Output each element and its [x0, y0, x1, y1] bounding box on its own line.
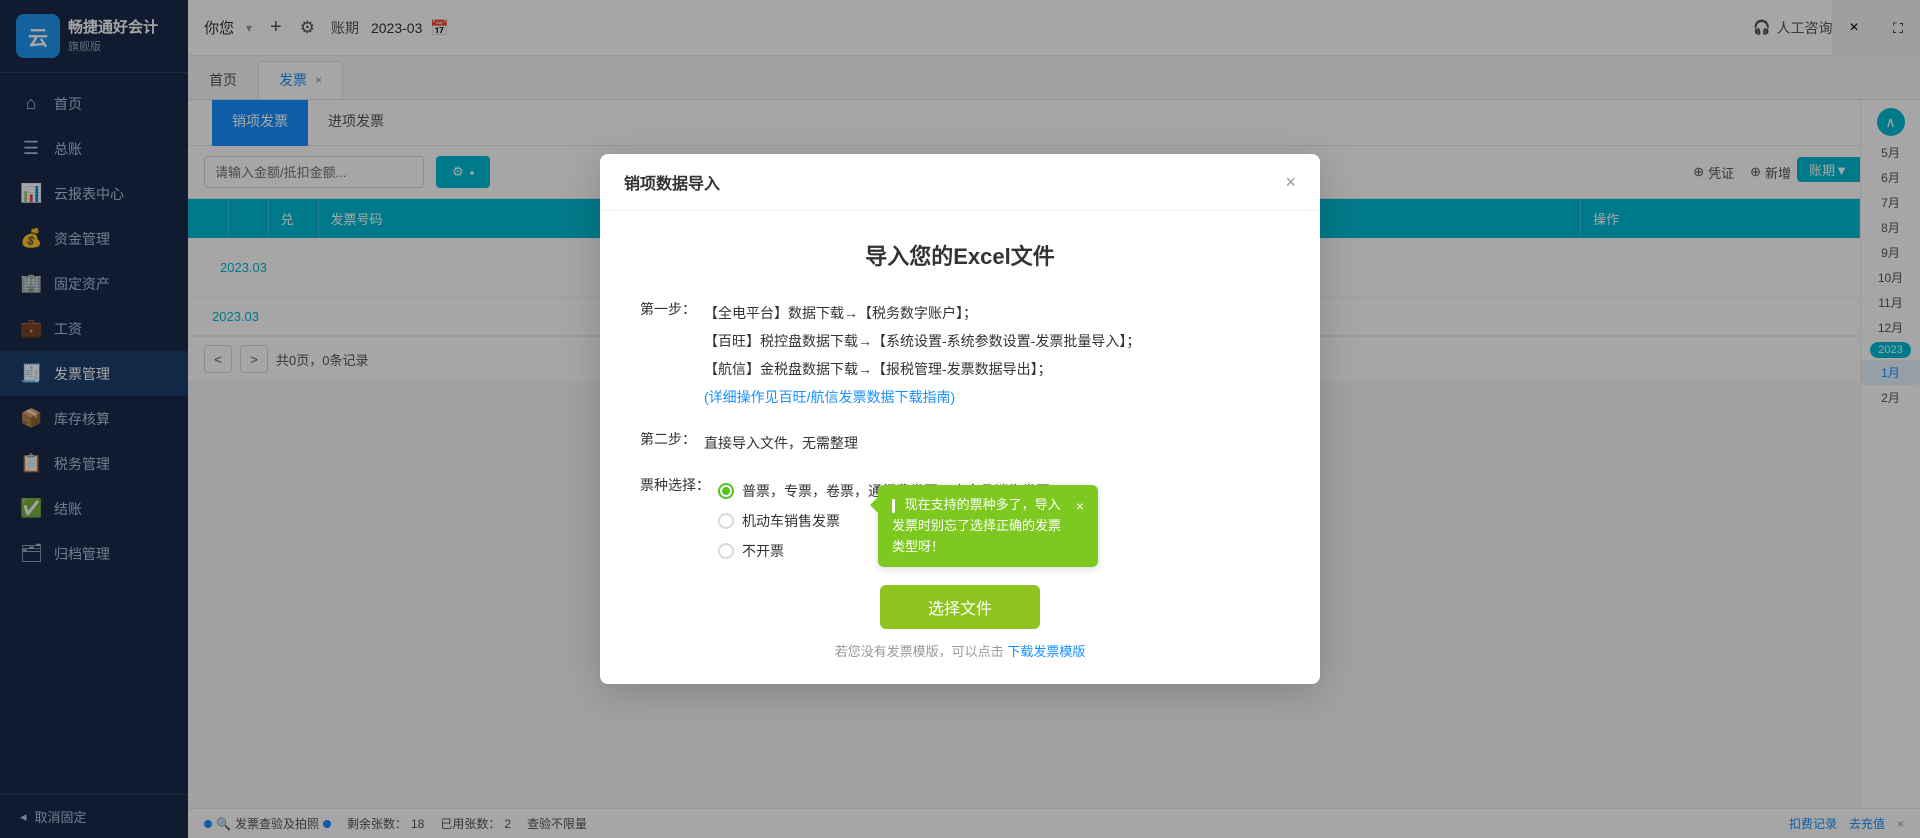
ticket-option-2-label: 不开票 — [742, 541, 784, 561]
tooltip-bar — [892, 499, 895, 513]
tooltip-close-button[interactable]: × — [1076, 495, 1084, 517]
ticket-select-section: 票种选择： 普票，专票，卷票，通行费发票，农产品销售发票 机动车销售发票 不开票 — [640, 475, 1280, 561]
select-file-section: 选择文件 — [640, 585, 1280, 629]
dialog-footer-note: 若您没有发票模版，可以点击 下载发票模版 — [640, 641, 1280, 660]
step1-row: 第一步： 【全电平台】数据下载→【税务数字账户】； 【百旺】税控盘数据下载→【系… — [640, 299, 1280, 411]
step1-section: 第一步： 【全电平台】数据下载→【税务数字账户】； 【百旺】税控盘数据下载→【系… — [640, 299, 1280, 411]
select-file-button[interactable]: 选择文件 — [880, 585, 1040, 629]
ticket-label: 票种选择： — [640, 475, 710, 495]
dialog-close-button[interactable]: × — [1285, 172, 1296, 193]
modal-overlay: 销项数据导入 × 导入您的Excel文件 第一步： 【全电平台】数据下载→【税务… — [0, 0, 1920, 838]
step1-content: 【全电平台】数据下载→【税务数字账户】； 【百旺】税控盘数据下载→【系统设置-系… — [704, 299, 1140, 411]
step2-section: 第二步： 直接导入文件，无需整理 — [640, 429, 1280, 457]
step1-guide-link[interactable]: (详细操作见百旺/航信发票数据下载指南) — [704, 389, 955, 405]
dialog-body: 导入您的Excel文件 第一步： 【全电平台】数据下载→【税务数字账户】； 【百… — [600, 211, 1320, 684]
download-template-link[interactable]: 下载发票模版 — [1007, 644, 1085, 659]
step1-item1: 【全电平台】数据下载→【税务数字账户】； — [704, 299, 1140, 327]
step2-row: 第二步： 直接导入文件，无需整理 — [640, 429, 1280, 457]
radio-circle-0 — [718, 483, 734, 499]
step1-label: 第一步： — [640, 299, 696, 319]
tooltip-text: 现在支持的票种多了，导入发票时别忘了选择正确的发票类型呀！ — [892, 497, 1061, 554]
tooltip-bubble: × 现在支持的票种多了，导入发票时别忘了选择正确的发票类型呀！ — [878, 485, 1098, 567]
step2-label: 第二步： — [640, 429, 696, 449]
radio-circle-1 — [718, 513, 734, 529]
dialog-main-title: 导入您的Excel文件 — [640, 239, 1280, 271]
ticket-option-1-label: 机动车销售发票 — [742, 511, 840, 531]
import-dialog: 销项数据导入 × 导入您的Excel文件 第一步： 【全电平台】数据下载→【税务… — [600, 154, 1320, 684]
radio-circle-2 — [718, 543, 734, 559]
dialog-title: 销项数据导入 — [624, 170, 720, 194]
step1-link-row: (详细操作见百旺/航信发票数据下载指南) — [704, 383, 1140, 411]
step2-text: 直接导入文件，无需整理 — [704, 429, 858, 457]
step1-item3: 【航信】金税盘数据下载→【报税管理-发票数据导出】； — [704, 355, 1140, 383]
footer-note-text: 若您没有发票模版，可以点击 — [835, 644, 1004, 659]
step1-item2: 【百旺】税控盘数据下载→【系统设置-系统参数设置-发票批量导入】； — [704, 327, 1140, 355]
dialog-header: 销项数据导入 × — [600, 154, 1320, 211]
